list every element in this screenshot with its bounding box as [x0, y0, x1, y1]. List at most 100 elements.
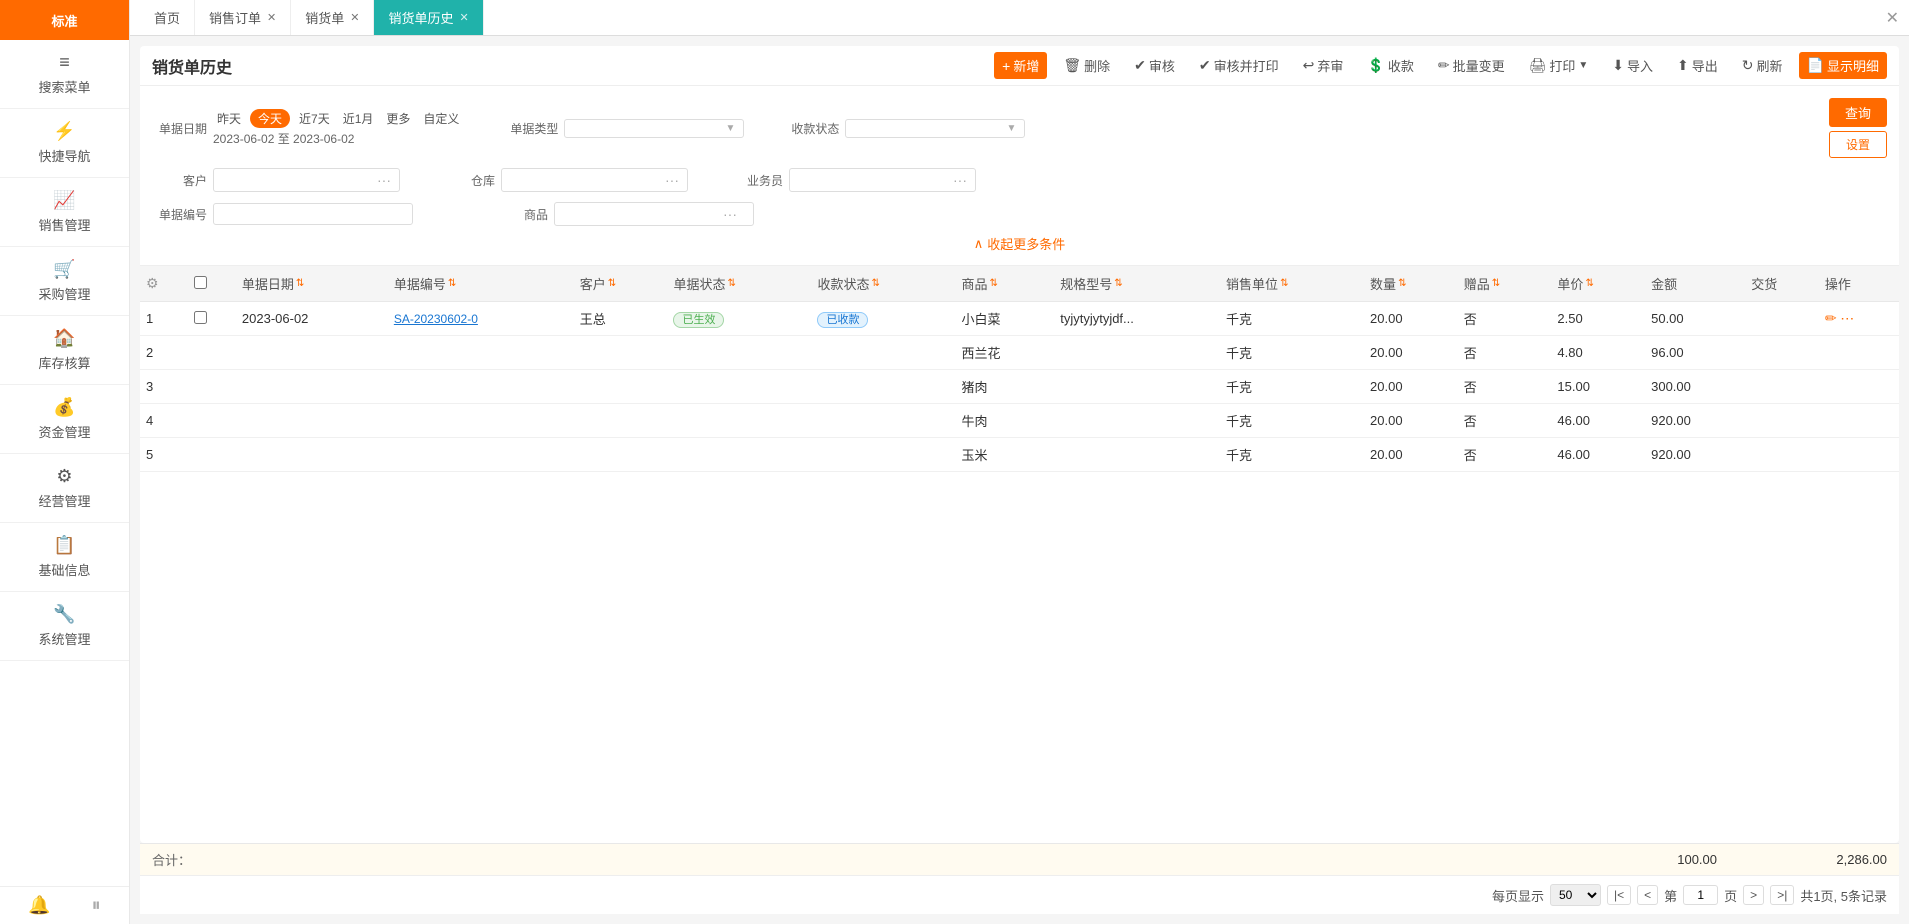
- sidebar-item-quick-nav[interactable]: ⚡ 快捷导航: [0, 109, 129, 178]
- first-page-button[interactable]: |<: [1607, 885, 1631, 905]
- 7days-shortcut[interactable]: 近7天: [295, 109, 334, 128]
- close-all-tabs-button[interactable]: ✕: [1886, 8, 1899, 28]
- goods-input[interactable]: [563, 207, 723, 221]
- customer-input[interactable]: [222, 173, 377, 187]
- pagination-bar: 每页显示 50 100 200 |< < 第 页 > >| 共1页, 5条记录: [140, 875, 1899, 914]
- sidebar-item-sys-mgmt[interactable]: 🔧 系统管理: [0, 592, 129, 661]
- next-page-button[interactable]: >: [1743, 885, 1764, 905]
- notification-icon[interactable]: 🔔: [28, 895, 50, 916]
- row-doc-status: 已生效: [667, 302, 811, 336]
- row-checkbox[interactable]: [194, 311, 207, 324]
- gift-sort-icon[interactable]: ⇅: [1492, 278, 1500, 289]
- goods-ellipsis[interactable]: ···: [723, 206, 737, 222]
- tab-close-sales-history[interactable]: ✕: [460, 11, 469, 24]
- row-spec: [1054, 404, 1220, 438]
- select-all-checkbox[interactable]: [194, 276, 207, 289]
- export-button[interactable]: ⬆ 导出: [1669, 52, 1726, 79]
- print-button[interactable]: 🖨 打印 ▼: [1521, 52, 1597, 79]
- col-price: 单价⇅: [1551, 266, 1645, 302]
- audit-print-button[interactable]: ✔ 审核并打印: [1191, 52, 1287, 79]
- collect-button[interactable]: 💲 收款: [1359, 52, 1421, 79]
- yesterday-shortcut[interactable]: 昨天: [213, 109, 245, 128]
- import-button[interactable]: ⬇ 导入: [1604, 52, 1661, 79]
- table-row: 12023-06-02SA-20230602-0王总已生效已收款小白菜tyjyt…: [140, 302, 1899, 336]
- tab-close-sales-shipment[interactable]: ✕: [350, 11, 359, 24]
- row-doc-no[interactable]: [388, 404, 574, 438]
- col-gear[interactable]: ⚙: [140, 266, 188, 302]
- edit-action-icon[interactable]: ✏: [1825, 310, 1837, 326]
- warehouse-input[interactable]: [510, 173, 665, 187]
- show-detail-button[interactable]: 📄 显示明细: [1799, 52, 1887, 79]
- sidebar-item-basic-info[interactable]: 📋 基础信息: [0, 523, 129, 592]
- sidebar-item-finance-mgmt[interactable]: 💰 资金管理: [0, 385, 129, 454]
- batch-change-button[interactable]: ✏ 批量变更: [1430, 52, 1513, 79]
- salesperson-ellipsis[interactable]: ···: [953, 172, 967, 188]
- customer-sort-icon[interactable]: ⇅: [608, 278, 616, 289]
- tab-sales-shipment[interactable]: 销货单 ✕: [291, 0, 374, 35]
- sidebar-item-operations-mgmt[interactable]: ⚙ 经营管理: [0, 454, 129, 523]
- prev-page-button[interactable]: <: [1637, 885, 1658, 905]
- filter-area: 单据日期 昨天 今天 近7天 近1月 更多 自定义 2023-06-02 至 2…: [140, 86, 1899, 266]
- row-doc-no[interactable]: SA-20230602-0: [388, 302, 574, 336]
- sidebar-item-sales-mgmt[interactable]: 📈 销售管理: [0, 178, 129, 247]
- search-button[interactable]: 查询: [1829, 98, 1887, 127]
- qty-sort-icon[interactable]: ⇅: [1398, 278, 1406, 289]
- row-customer: [574, 404, 668, 438]
- delete-icon: 🗑: [1063, 57, 1081, 74]
- col-check[interactable]: [188, 266, 236, 302]
- goods-sort-icon[interactable]: ⇅: [989, 278, 997, 289]
- row-doc-no[interactable]: [388, 336, 574, 370]
- print-dropdown-icon: ▼: [1578, 60, 1588, 71]
- table-gear-icon[interactable]: ⚙: [146, 275, 159, 291]
- sidebar-item-purchase-mgmt[interactable]: 🛒 采购管理: [0, 247, 129, 316]
- per-page-label: 每页显示: [1492, 886, 1544, 905]
- row-number: 5: [140, 438, 188, 472]
- filter-goods: 商品 ···: [493, 202, 754, 226]
- row-trade: [1745, 404, 1819, 438]
- row-trade: [1745, 302, 1819, 336]
- setting-button[interactable]: 设置: [1829, 131, 1887, 158]
- audit-button[interactable]: ✔ 审核: [1126, 52, 1183, 79]
- row-doc-no[interactable]: [388, 370, 574, 404]
- docstatus-sort-icon[interactable]: ⇅: [727, 278, 735, 289]
- more-action-icon[interactable]: ⋯: [1840, 310, 1854, 326]
- paystatus-sort-icon[interactable]: ⇅: [871, 278, 879, 289]
- docno-sort-icon[interactable]: ⇅: [448, 278, 456, 289]
- custom-shortcut[interactable]: 自定义: [419, 109, 463, 128]
- price-sort-icon[interactable]: ⇅: [1585, 278, 1593, 289]
- more-shortcut[interactable]: 更多: [382, 109, 414, 128]
- row-number: 1: [140, 302, 188, 336]
- sidebar-item-inventory[interactable]: 🏠 库存核算: [0, 316, 129, 385]
- last-page-button[interactable]: >|: [1770, 885, 1794, 905]
- row-pay-status: [811, 404, 955, 438]
- doc-no-link[interactable]: SA-20230602-0: [394, 312, 478, 326]
- goods-label: 商品: [493, 206, 548, 223]
- pause-icon[interactable]: ⏸: [92, 895, 101, 916]
- doc-type-select[interactable]: ▼: [564, 119, 744, 138]
- new-button[interactable]: + 新增: [994, 52, 1047, 79]
- customer-ellipsis[interactable]: ···: [377, 172, 391, 188]
- warehouse-ellipsis[interactable]: ···: [665, 172, 679, 188]
- collapse-button[interactable]: ∧ 收起更多条件: [152, 234, 1887, 253]
- tab-sales-order[interactable]: 销售订单 ✕: [195, 0, 291, 35]
- page-number-input[interactable]: [1683, 885, 1718, 905]
- date-sort-icon[interactable]: ⇅: [296, 278, 304, 289]
- spec-sort-icon[interactable]: ⇅: [1114, 278, 1122, 289]
- unit-sort-icon[interactable]: ⇅: [1280, 278, 1288, 289]
- row-amount: 50.00: [1645, 302, 1745, 336]
- collection-status-select[interactable]: ▼: [845, 119, 1025, 138]
- doc-number-input[interactable]: [213, 203, 413, 225]
- col-doc-no: 单据编号⇅: [388, 266, 574, 302]
- tab-home[interactable]: 首页: [140, 0, 195, 35]
- tab-close-sales-order[interactable]: ✕: [267, 11, 276, 24]
- salesperson-input[interactable]: [798, 173, 953, 187]
- row-doc-no[interactable]: [388, 438, 574, 472]
- today-shortcut[interactable]: 今天: [250, 109, 290, 128]
- per-page-select[interactable]: 50 100 200: [1550, 884, 1601, 906]
- sidebar-item-search-menu[interactable]: ≡ 搜索菜单: [0, 40, 129, 109]
- 1month-shortcut[interactable]: 近1月: [339, 109, 378, 128]
- refresh-button[interactable]: ↻ 刷新: [1734, 52, 1791, 79]
- delete-button[interactable]: 🗑 删除: [1055, 52, 1118, 79]
- tab-sales-history[interactable]: 销货单历史 ✕: [374, 0, 483, 35]
- abandon-button[interactable]: ↩ 弃审: [1295, 52, 1352, 79]
